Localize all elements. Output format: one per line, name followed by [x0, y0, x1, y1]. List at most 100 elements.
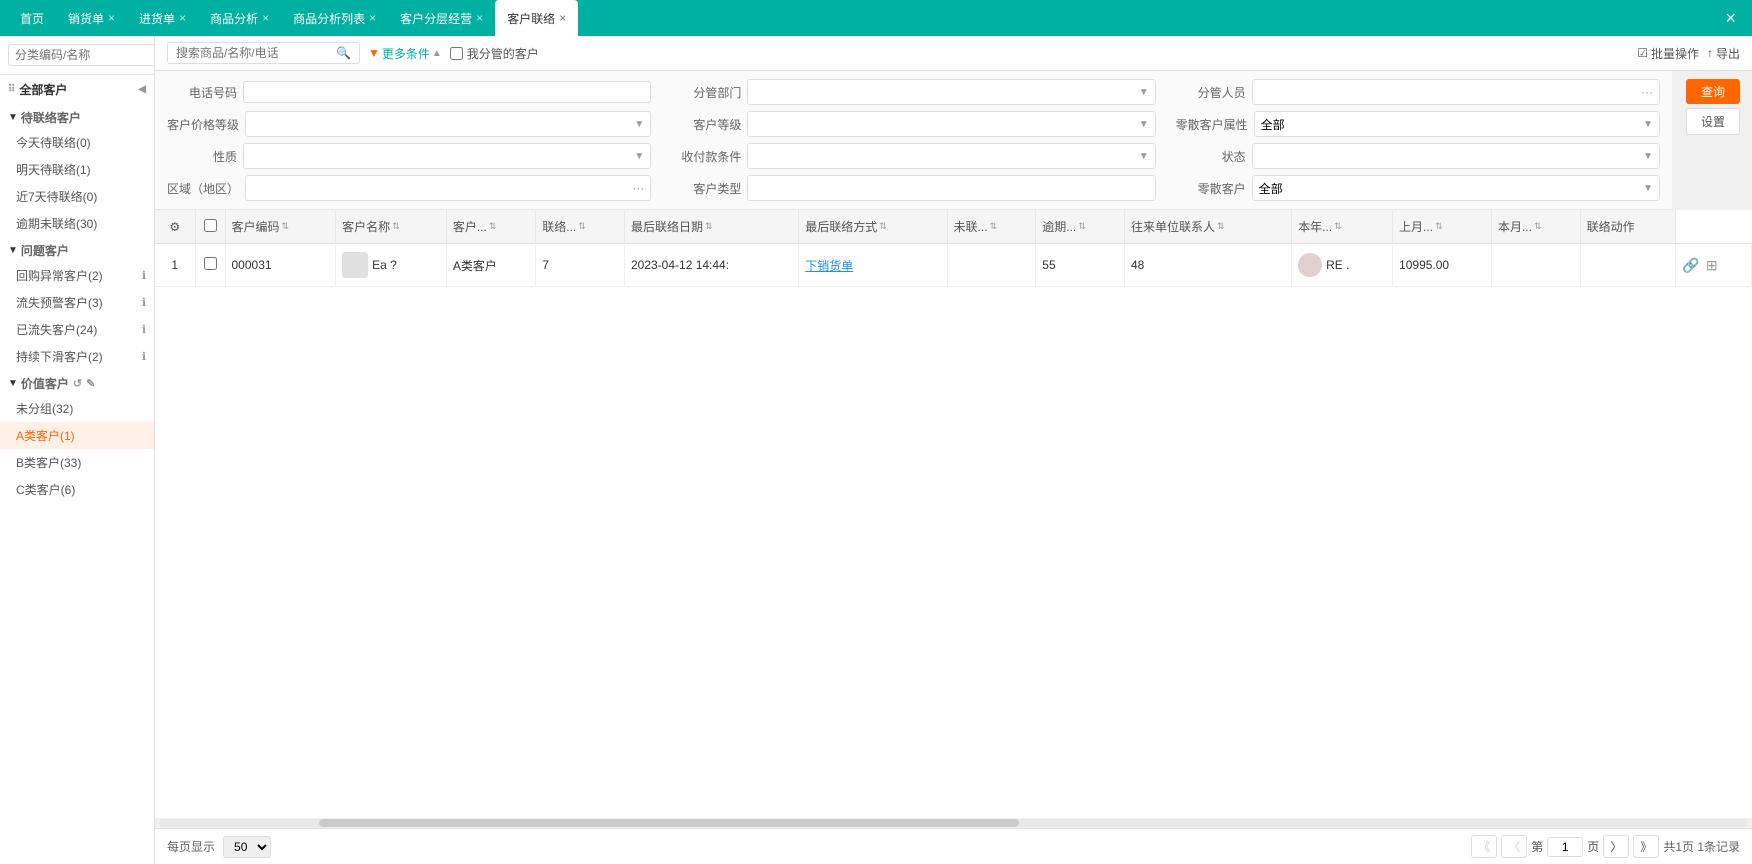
filter-row-1: 电话号码 分管部门 ▼ 分管人员 [167, 79, 1660, 105]
page-total: 共1页 1条记录 [1663, 838, 1740, 855]
sidebar-item-repurchase[interactable]: 回购异常客户(2) ℹ [0, 262, 154, 289]
retail-label: 零散客户 [1176, 180, 1246, 197]
sidebar-item-a-class[interactable]: A类客户(1) [0, 422, 154, 449]
sidebar-item-overdue-contact[interactable]: 逾期未联络(30) [0, 210, 154, 237]
col-contact-label: 联络... [542, 218, 576, 235]
sort-overdue-icon[interactable]: ⇅ [1078, 221, 1086, 232]
sort-code-icon[interactable]: ⇅ [282, 221, 290, 232]
sort-person-icon[interactable]: ⇅ [1217, 221, 1225, 232]
sidebar-item-week-contact[interactable]: 近7天待联络(0) [0, 183, 154, 210]
export-btn[interactable]: ↑ 导出 [1707, 45, 1740, 62]
col-type-label: 客户... [453, 218, 487, 235]
nav-sales-close[interactable]: × [108, 11, 115, 25]
cust-grade-select[interactable]: ▼ [747, 111, 1155, 137]
sort-date-icon[interactable]: ⇅ [705, 221, 713, 232]
nav-purchase-close[interactable]: × [179, 11, 186, 25]
filter-cell-payment: 收付款条件 ▼ [671, 143, 1155, 169]
sidebar-item-churned[interactable]: 已流失客户(24) ℹ [0, 316, 154, 343]
search-input[interactable] [176, 46, 336, 60]
row-contact-count: 7 [536, 244, 625, 287]
sidebar-item-tomorrow-contact[interactable]: 明天待联络(1) [0, 156, 154, 183]
sort-contact-icon[interactable]: ⇅ [578, 221, 586, 232]
export-label: 导出 [1716, 45, 1740, 62]
last-method-link[interactable]: 下销货单 [805, 259, 853, 273]
page-size-select[interactable]: 50 [223, 836, 271, 858]
sidebar-item-c-class[interactable]: C类客户(6) [0, 476, 154, 503]
phone-input[interactable] [243, 81, 651, 103]
sort-thismonth-icon[interactable]: ⇅ [1534, 221, 1542, 232]
query-btn[interactable]: 查询 [1686, 79, 1740, 104]
payment-select[interactable]: ▼ [747, 143, 1155, 169]
nav-goods-analysis[interactable]: 商品分析 × [198, 0, 281, 36]
col-checkbox [195, 210, 225, 244]
sidebar-search-input[interactable] [8, 44, 155, 66]
row-contact-person: RE . [1292, 244, 1393, 287]
pager-next-btn[interactable]: 〉 [1603, 835, 1629, 858]
retail-attr-select[interactable]: 全部 ▼ [1254, 111, 1660, 137]
nav-customer-tier[interactable]: 客户分层经营 × [388, 0, 495, 36]
nav-home[interactable]: 首页 [8, 0, 56, 36]
horizontal-scrollbar[interactable] [155, 818, 1752, 828]
sidebar-refresh-icon[interactable]: ↺ [73, 377, 82, 390]
row-checkbox[interactable] [204, 257, 217, 270]
nav-purchase[interactable]: 进货单 × [127, 0, 198, 36]
price-grade-select[interactable]: ▼ [245, 111, 651, 137]
sort-year-icon[interactable]: ⇅ [1334, 221, 1342, 232]
sort-type-icon[interactable]: ⇅ [489, 221, 497, 232]
sort-lastmonth-icon[interactable]: ⇅ [1435, 221, 1443, 232]
person-select[interactable]: ··· [1252, 79, 1660, 105]
price-grade-label: 客户价格等级 [167, 116, 239, 133]
col-action: 联络动作 [1580, 210, 1676, 244]
contact-person-text: RE . [1326, 258, 1349, 272]
batch-op-btn[interactable]: ☑ 批量操作 [1637, 45, 1699, 62]
page-input[interactable] [1547, 837, 1583, 857]
pager-prev-btn[interactable]: 〈 [1501, 835, 1527, 858]
nav-customer-contact-close[interactable]: × [559, 11, 566, 25]
sidebar-edit-icon[interactable]: ✎ [86, 377, 95, 390]
sidebar-item-churn-warning[interactable]: 流失预警客户(3) ℹ [0, 289, 154, 316]
sidebar-item-today-contact[interactable]: 今天待联络(0) [0, 129, 154, 156]
nav-sales[interactable]: 销货单 × [56, 0, 127, 36]
action-link-icon[interactable]: 🔗 [1682, 257, 1699, 274]
nav-goods-analysis-close[interactable]: × [262, 11, 269, 25]
sort-nocontact-icon[interactable]: ⇅ [990, 221, 998, 232]
settings-btn[interactable]: 设置 [1686, 108, 1740, 135]
sidebar-item-declining[interactable]: 持续下滑客户(2) ℹ [0, 343, 154, 370]
sort-name-icon[interactable]: ⇅ [392, 221, 400, 232]
my-customers-checkbox[interactable] [450, 47, 463, 60]
filter-more-btn[interactable]: ▼ 更多条件 ▲ [368, 45, 442, 62]
sidebar-declining-info-icon[interactable]: ℹ [142, 350, 146, 363]
nav-customer-contact[interactable]: 客户联络 × [495, 0, 578, 36]
sidebar-churned-info-icon[interactable]: ℹ [142, 323, 146, 336]
sort-method-icon[interactable]: ⇅ [879, 221, 887, 232]
scrollbar-thumb[interactable] [319, 819, 1019, 827]
status-select[interactable]: ▼ [1252, 143, 1660, 169]
action-grid-icon[interactable]: ⊞ [1706, 257, 1718, 274]
nav-customer-tier-close[interactable]: × [476, 11, 483, 25]
sidebar-churn-warning-info-icon[interactable]: ℹ [142, 296, 146, 309]
sidebar-item-b-class[interactable]: B类客户(33) [0, 449, 154, 476]
dept-select[interactable]: ▼ [747, 79, 1155, 105]
select-all-checkbox[interactable] [204, 219, 217, 232]
gear-settings-icon[interactable]: ⚙ [161, 220, 189, 234]
pager-last-btn[interactable]: 》 [1633, 835, 1659, 858]
nav-close-all[interactable]: × [1717, 8, 1744, 29]
sidebar-pending-section: ▼ 待联络客户 [0, 104, 154, 129]
retail-select[interactable]: 全部 ▼ [1252, 175, 1660, 201]
sidebar-repurchase-info-icon[interactable]: ℹ [142, 269, 146, 282]
sidebar-ungroup-label: 未分组(32) [16, 400, 73, 417]
nav-goods-list-close[interactable]: × [369, 11, 376, 25]
row-type: A类客户 [446, 244, 535, 287]
cust-type-select[interactable] [747, 175, 1155, 201]
filter-cell-price-grade: 客户价格等级 ▼ [167, 111, 651, 137]
nav-goods-analysis-list[interactable]: 商品分析列表 × [281, 0, 388, 36]
sidebar-repurchase-label: 回购异常客户(2) [16, 267, 103, 284]
sidebar-all-customers[interactable]: ⠿ 全部客户 ◀ [0, 75, 154, 104]
filter-search-icon[interactable]: 🔍 [336, 46, 351, 60]
col-nocontact-label: 未联... [954, 218, 988, 235]
region-select[interactable]: ··· [245, 175, 651, 201]
sidebar-item-ungroup[interactable]: 未分组(32) [0, 395, 154, 422]
nature-select[interactable]: ▼ [243, 143, 651, 169]
pager-first-btn[interactable]: 《 [1471, 835, 1497, 858]
nav-customer-tier-label: 客户分层经营 [400, 10, 472, 27]
